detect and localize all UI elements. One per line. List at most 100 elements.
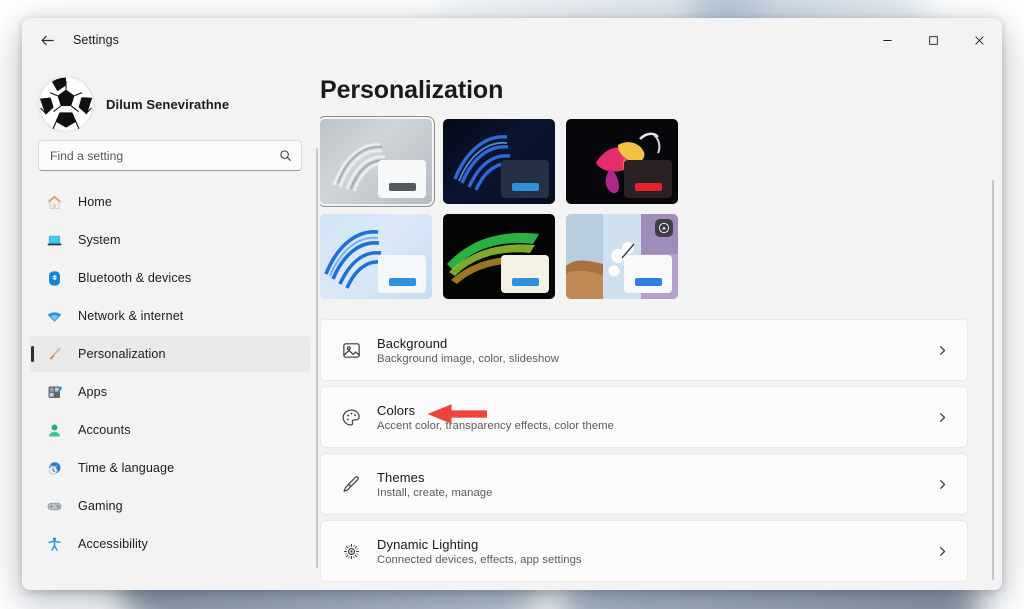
sidebar-item-label: Home <box>78 195 112 209</box>
search-input[interactable] <box>50 148 279 163</box>
wifi-icon <box>44 308 65 325</box>
setting-row-subtitle: Accent color, transparency effects, colo… <box>377 420 614 433</box>
sidebar-item-accessibility[interactable]: Accessibility <box>30 526 310 562</box>
sidebar-item-system[interactable]: System <box>30 222 310 258</box>
sidebar-item-gaming[interactable]: Gaming <box>30 488 310 524</box>
bluetooth-icon <box>44 270 65 287</box>
theme-thumbnail[interactable] <box>443 119 555 204</box>
theme-window-preview <box>624 255 672 293</box>
setting-row-subtitle: Background image, color, slideshow <box>377 353 559 366</box>
theme-window-preview <box>624 160 672 198</box>
setting-row-title: Dynamic Lighting <box>377 536 479 552</box>
sidebar-item-label: Time & language <box>78 461 175 475</box>
sidebar-item-apps[interactable]: Apps <box>30 374 310 410</box>
laptop-icon <box>44 232 65 249</box>
back-arrow-icon <box>40 35 54 45</box>
title-bar: Settings <box>22 18 1002 62</box>
palette-icon <box>337 407 365 428</box>
close-button[interactable] <box>956 18 1002 62</box>
setting-row-text: Colors Accent color, transparency effect… <box>377 402 931 433</box>
setting-row-dynamic-lighting[interactable]: Dynamic Lighting Connected devices, effe… <box>320 520 968 582</box>
sidebar-item-time-language[interactable]: Time & language <box>30 450 310 486</box>
close-icon <box>974 35 984 45</box>
chevron-right-icon <box>931 345 953 356</box>
setting-row-subtitle: Connected devices, effects, app settings <box>377 554 582 567</box>
theme-thumbnail[interactable] <box>443 214 555 299</box>
theme-thumbnail[interactable] <box>320 116 435 207</box>
soccer-ball-avatar-icon <box>38 76 94 132</box>
chevron-right-icon <box>931 479 953 490</box>
home-icon <box>44 194 65 211</box>
minimize-button[interactable] <box>864 18 910 62</box>
theme-window-preview <box>378 160 426 198</box>
sidebar-item-label: Apps <box>78 385 108 399</box>
sidebar-item-label: Gaming <box>78 499 123 513</box>
minimize-icon <box>882 39 892 41</box>
setting-row-colors[interactable]: Colors Accent color, transparency effect… <box>320 386 968 448</box>
setting-row-title: Themes <box>377 469 425 485</box>
window-controls <box>864 18 1002 62</box>
setting-row-background[interactable]: Background Background image, color, slid… <box>320 319 968 381</box>
user-profile[interactable]: Dilum Senevirathne <box>22 62 320 136</box>
setting-row-title: Colors <box>377 402 416 418</box>
theme-thumbnail[interactable] <box>566 214 678 299</box>
sidebar-item-home[interactable]: Home <box>30 184 310 220</box>
avatar <box>38 76 94 132</box>
setting-row-title: Background <box>377 335 448 351</box>
sidebar-item-label: Accessibility <box>78 537 148 551</box>
paintbrush-icon <box>44 346 65 363</box>
theme-window-preview <box>501 255 549 293</box>
slideshow-badge-icon <box>655 219 673 237</box>
main-content: Personalization Background Background im… <box>320 62 1002 590</box>
setting-row-text: Themes Install, create, manage <box>377 469 931 500</box>
theme-accent-swatch <box>388 183 416 191</box>
page-title: Personalization <box>320 76 504 104</box>
theme-accent-swatch <box>634 183 662 191</box>
image-icon <box>337 340 365 361</box>
maximize-button[interactable] <box>910 18 956 62</box>
setting-row-text: Background Background image, color, slid… <box>377 335 931 366</box>
settings-window: Settings Dilum Senevirathne Find a setti… <box>22 18 1002 590</box>
setting-row-text: Dynamic Lighting Connected devices, effe… <box>377 536 931 567</box>
dynamic-lighting-icon <box>337 541 365 562</box>
sidebar-item-personalization[interactable]: Personalization <box>30 336 310 372</box>
theme-accent-swatch <box>511 183 539 191</box>
theme-accent-swatch <box>634 278 662 286</box>
paintbrush-outline-icon <box>337 474 365 495</box>
theme-window-preview <box>501 160 549 198</box>
chevron-right-icon <box>931 412 953 423</box>
desktop-wallpaper: Settings Dilum Senevirathne Find a setti… <box>0 0 1024 609</box>
sidebar-item-bluetooth-devices[interactable]: Bluetooth & devices <box>30 260 310 296</box>
setting-row-themes[interactable]: Themes Install, create, manage <box>320 453 968 515</box>
search-box[interactable] <box>38 140 302 171</box>
theme-thumbnail-grid <box>320 116 968 299</box>
theme-window-preview <box>378 255 426 293</box>
apps-icon <box>44 384 65 401</box>
account-icon <box>44 422 65 439</box>
theme-accent-swatch <box>388 278 416 286</box>
sidebar-item-network-internet[interactable]: Network & internet <box>30 298 310 334</box>
theme-accent-swatch <box>511 278 539 286</box>
sidebar: Dilum Senevirathne Find a setting Home S… <box>22 62 320 590</box>
chevron-right-icon <box>931 546 953 557</box>
sidebar-scrollbar[interactable] <box>316 148 318 568</box>
window-title: Settings <box>73 33 119 47</box>
gamepad-icon <box>44 498 65 515</box>
sidebar-item-label: System <box>78 233 121 247</box>
accessibility-icon <box>44 536 65 553</box>
main-scrollbar[interactable] <box>992 180 994 580</box>
back-button[interactable] <box>30 25 64 55</box>
sidebar-item-accounts[interactable]: Accounts <box>30 412 310 448</box>
setting-row-subtitle: Install, create, manage <box>377 487 493 500</box>
theme-thumbnail[interactable] <box>320 214 432 299</box>
sidebar-item-label: Personalization <box>78 347 166 361</box>
search-icon <box>280 150 291 161</box>
maximize-icon <box>928 35 938 45</box>
theme-thumbnail[interactable] <box>566 119 678 204</box>
sidebar-item-label: Bluetooth & devices <box>78 271 192 285</box>
clock-globe-icon <box>44 460 65 477</box>
window-body: Dilum Senevirathne Find a setting Home S… <box>22 62 1002 590</box>
search-container <box>22 136 320 171</box>
profile-name: Dilum Senevirathne <box>106 96 230 112</box>
sidebar-item-label: Network & internet <box>78 309 184 323</box>
